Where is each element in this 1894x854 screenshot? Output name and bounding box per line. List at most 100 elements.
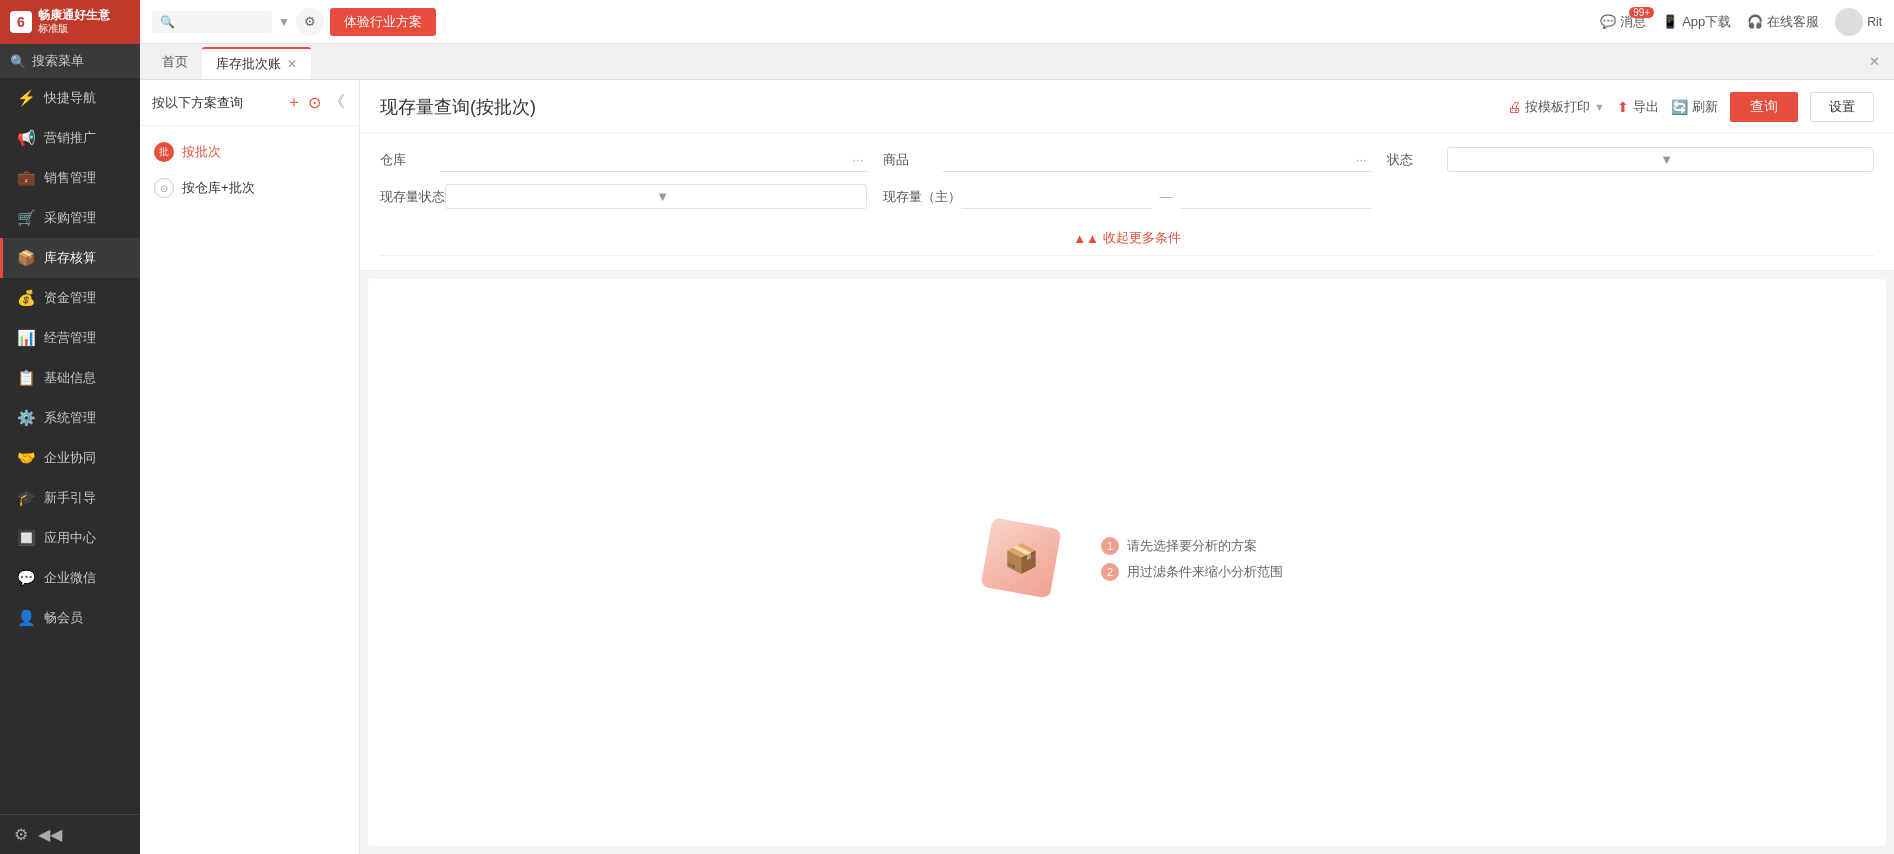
sidebar-item-apps[interactable]: 🔲 应用中心 [0, 518, 140, 558]
sidebar-item-finance[interactable]: 💰 资金管理 [0, 278, 140, 318]
settings-button[interactable]: 设置 [1810, 92, 1874, 122]
warehouse-filter-group: 仓库 ··· [380, 148, 867, 172]
product-input[interactable] [943, 148, 1351, 171]
warehouse-more-icon[interactable]: ··· [848, 152, 867, 167]
tab-inventory-label: 库存批次账 [216, 55, 281, 73]
topbar-dropdown-icon[interactable]: ▼ [278, 15, 290, 29]
qty-from-input[interactable] [961, 185, 1151, 208]
search-icon: 🔍 [10, 54, 26, 69]
tip-text-1: 请先选择要分析的方案 [1127, 537, 1257, 555]
print-button[interactable]: 🖨 按模板打印 ▼ [1507, 98, 1605, 116]
user-name: Rit [1867, 15, 1882, 29]
qty-to-input[interactable] [1181, 185, 1371, 208]
product-more-icon[interactable]: ··· [1352, 152, 1371, 167]
sidebar-header: 6 畅康通好生意 标准版 [0, 0, 140, 44]
query-button[interactable]: 查询 [1730, 92, 1798, 122]
basic-icon: 📋 [17, 369, 36, 387]
system-icon: ⚙️ [17, 409, 36, 427]
member-icon: 👤 [17, 609, 36, 627]
wechat-icon: 💬 [17, 569, 36, 587]
qty-from-field [961, 185, 1151, 209]
quicknav-icon: ⚡ [17, 89, 36, 107]
collapse-conditions-button[interactable]: ▲▲ 收起更多条件 [380, 221, 1874, 256]
empty-state: 1 请先选择要分析的方案 2 用过滤条件来缩小分析范围 [368, 279, 1886, 846]
sidebar-item-marketing[interactable]: 📢 营销推广 [0, 118, 140, 158]
warehouse-input[interactable] [440, 148, 848, 171]
sidebar-item-member[interactable]: 👤 畅会员 [0, 598, 140, 638]
print-dropdown-icon[interactable]: ▼ [1594, 101, 1605, 113]
filter-row-1: 仓库 ··· 商品 ··· 状态 [380, 147, 1874, 172]
product-field: ··· [943, 148, 1370, 172]
inventory-status-label: 现存量状态 [380, 188, 445, 206]
status-filter-group: 状态 ▼ [1387, 147, 1874, 172]
filter-row-2: 现存量状态 ▼ 现存量（主） — [380, 184, 1874, 209]
sales-icon: 💼 [17, 169, 36, 187]
sidebar-collapse-icon[interactable]: ◀◀ [38, 825, 62, 844]
inventory-status-group: 现存量状态 ▼ [380, 184, 867, 209]
scheme-item-batch[interactable]: 批 按批次 [140, 134, 359, 170]
tab-bar: 首页 库存批次账 ✕ ✕ [140, 44, 1894, 80]
sidebar-item-inventory[interactable]: 📦 库存核算 [0, 238, 140, 278]
sidebar-item-label: 资金管理 [44, 289, 96, 307]
product-filter-group: 商品 ··· [883, 148, 1370, 172]
print-icon: 🖨 [1507, 99, 1521, 115]
print-label: 按模板打印 [1525, 98, 1590, 116]
sidebar-item-purchase[interactable]: 🛒 采购管理 [0, 198, 140, 238]
scheme-header: 按以下方案查询 ＋ ⊙ 《 [140, 80, 359, 126]
sidebar-item-sales[interactable]: 💼 销售管理 [0, 158, 140, 198]
trial-button[interactable]: 体验行业方案 [330, 8, 436, 36]
tip-num-1: 1 [1101, 537, 1119, 555]
scheme-list: 批 按批次 ⊙ 按仓库+批次 [140, 126, 359, 854]
empty-illustration [971, 513, 1071, 613]
topbar-gear-button[interactable]: ⚙ [296, 8, 324, 36]
sidebar-search[interactable]: 🔍 搜索菜单 [0, 44, 140, 78]
status-select[interactable]: ▼ [1447, 147, 1874, 172]
marketing-icon: 📢 [17, 129, 36, 147]
empty-content: 1 请先选择要分析的方案 2 用过滤条件来缩小分析范围 [971, 513, 1283, 613]
messages-badge: 99+ [1629, 7, 1654, 18]
sidebar-item-enterprise[interactable]: 🤝 企业协同 [0, 438, 140, 478]
settings-icon[interactable]: ⚙ [14, 825, 28, 844]
tab-home[interactable]: 首页 [148, 46, 202, 78]
sidebar-scroll: ⚡ 快捷导航 📢 营销推广 💼 销售管理 🛒 采购管理 📦 库存核算 💰 资金管… [0, 78, 140, 814]
operations-icon: 📊 [17, 329, 36, 347]
inventory-status-select[interactable]: ▼ [445, 184, 867, 209]
sidebar-item-label: 经营管理 [44, 329, 96, 347]
app-download-button[interactable]: 📱 App下载 [1662, 13, 1731, 31]
refresh-button[interactable]: 🔄 刷新 [1671, 98, 1718, 116]
messages-button[interactable]: 💬 消息 99+ [1600, 13, 1646, 31]
scheme-item-warehouse-batch[interactable]: ⊙ 按仓库+批次 [140, 170, 359, 206]
refresh-icon: 🔄 [1671, 99, 1688, 115]
scheme-item-label: 按仓库+批次 [182, 179, 255, 197]
sidebar-item-wechat[interactable]: 💬 企业微信 [0, 558, 140, 598]
sidebar-search-label: 搜索菜单 [32, 52, 84, 70]
finance-icon: 💰 [17, 289, 36, 307]
online-service-button[interactable]: 🎧 在线客服 [1747, 13, 1819, 31]
sidebar-item-label: 企业微信 [44, 569, 96, 587]
tab-inventory[interactable]: 库存批次账 ✕ [202, 47, 311, 79]
topbar-search-input[interactable] [179, 15, 259, 29]
sidebar-item-system[interactable]: ⚙️ 系统管理 [0, 398, 140, 438]
enterprise-icon: 🤝 [17, 449, 36, 467]
user-info[interactable]: Rit [1835, 8, 1882, 36]
warehouse-label: 仓库 [380, 151, 440, 169]
sidebar-item-quicknav[interactable]: ⚡ 快捷导航 [0, 78, 140, 118]
sidebar-item-label: 销售管理 [44, 169, 96, 187]
app-logo: 6 [10, 11, 32, 33]
sidebar-item-basic[interactable]: 📋 基础信息 [0, 358, 140, 398]
add-scheme-button[interactable]: ＋ [286, 92, 302, 113]
collapse-scheme-button[interactable]: 《 [327, 90, 347, 115]
tab-close-icon[interactable]: ✕ [287, 57, 297, 71]
phone-icon: 📱 [1662, 14, 1678, 29]
topbar-search-box[interactable]: 🔍 [152, 11, 272, 33]
tip-num-2: 2 [1101, 563, 1119, 581]
scheme-header-actions: ＋ ⊙ 《 [286, 90, 347, 115]
export-label: 导出 [1633, 98, 1659, 116]
sidebar-item-guide[interactable]: 🎓 新手引导 [0, 478, 140, 518]
sidebar-item-operations[interactable]: 📊 经营管理 [0, 318, 140, 358]
sidebar-item-label: 畅会员 [44, 609, 83, 627]
export-button[interactable]: ⬆ 导出 [1617, 98, 1659, 116]
manage-scheme-button[interactable]: ⊙ [308, 93, 321, 112]
sidebar-item-label: 企业协同 [44, 449, 96, 467]
tab-panel-close-button[interactable]: ✕ [1862, 50, 1886, 74]
